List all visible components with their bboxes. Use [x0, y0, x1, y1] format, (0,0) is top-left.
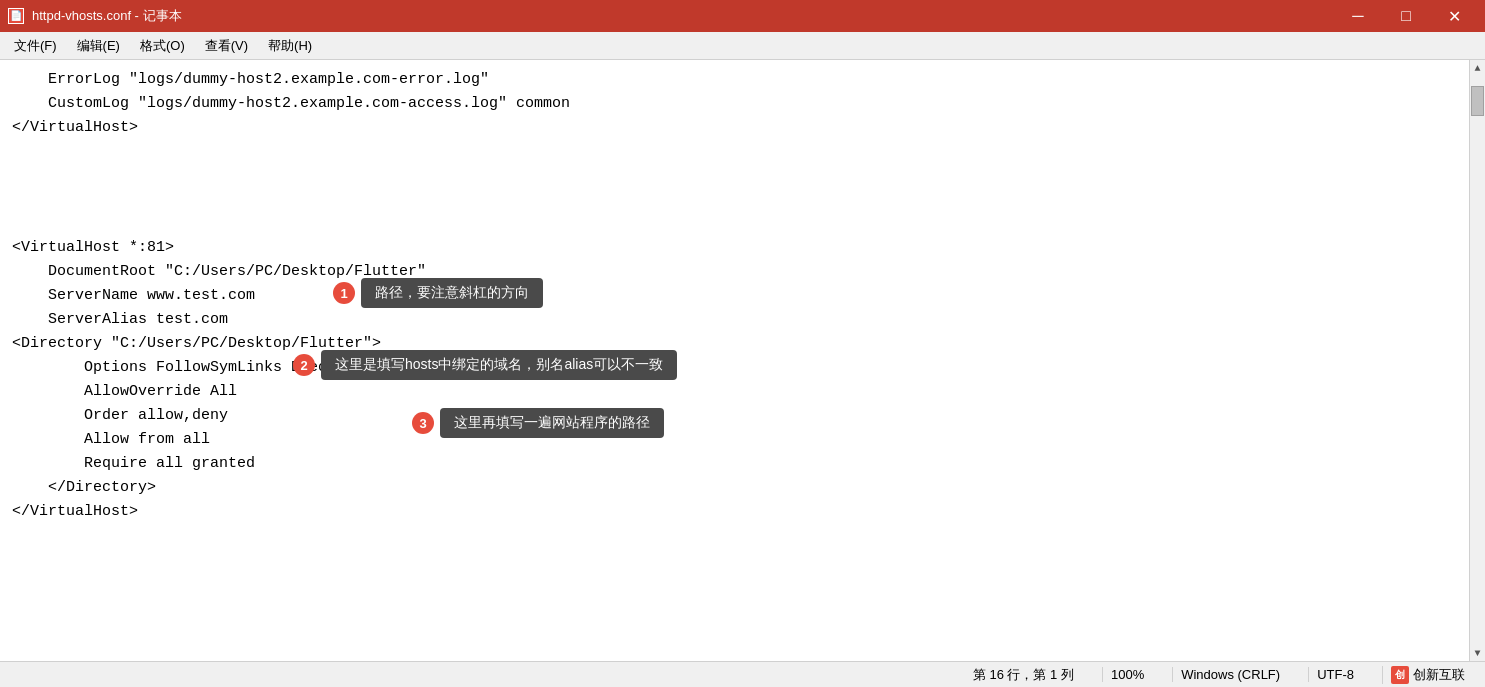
status-encoding: UTF-8 [1308, 667, 1362, 682]
menu-edit[interactable]: 编辑(E) [67, 33, 130, 59]
tooltip-text-3: 这里再填写一遍网站程序的路径 [454, 414, 650, 432]
scroll-up-arrow[interactable]: ▲ [1470, 60, 1486, 76]
scroll-thumb[interactable] [1471, 86, 1484, 116]
scroll-track[interactable] [1470, 76, 1485, 645]
maximize-button[interactable]: □ [1383, 0, 1429, 32]
editor-content[interactable]: ErrorLog "logs/dummy-host2.example.com-e… [0, 60, 1469, 661]
tooltip-number-1: 1 [333, 282, 355, 304]
status-logo: 创 创新互联 [1382, 666, 1473, 684]
tooltip-1: 1 路径，要注意斜杠的方向 [333, 278, 543, 308]
minimize-button[interactable]: ─ [1335, 0, 1381, 32]
status-position: 第 16 行，第 1 列 [965, 666, 1082, 684]
status-line-ending: Windows (CRLF) [1172, 667, 1288, 682]
title-bar-controls: ─ □ ✕ [1335, 0, 1477, 32]
tooltip-text-2: 这里是填写hosts中绑定的域名，别名alias可以不一致 [335, 356, 663, 374]
title-bar-left: 📄 httpd-vhosts.conf - 记事本 [8, 7, 182, 25]
logo-icon: 创 [1391, 666, 1409, 684]
tooltip-3: 3 这里再填写一遍网站程序的路径 [412, 408, 664, 438]
editor-text: ErrorLog "logs/dummy-host2.example.com-e… [12, 68, 1457, 524]
app-icon: 📄 [8, 8, 24, 24]
menu-file[interactable]: 文件(F) [4, 33, 67, 59]
window-title: httpd-vhosts.conf - 记事本 [32, 7, 182, 25]
tooltip-bubble-1: 路径，要注意斜杠的方向 [361, 278, 543, 308]
status-zoom: 100% [1102, 667, 1152, 682]
close-button[interactable]: ✕ [1431, 0, 1477, 32]
status-bar: 第 16 行，第 1 列 100% Windows (CRLF) UTF-8 创… [0, 661, 1485, 687]
menu-help[interactable]: 帮助(H) [258, 33, 322, 59]
tooltip-bubble-2: 这里是填写hosts中绑定的域名，别名alias可以不一致 [321, 350, 677, 380]
tooltip-bubble-3: 这里再填写一遍网站程序的路径 [440, 408, 664, 438]
vertical-scrollbar[interactable]: ▲ ▼ [1469, 60, 1485, 661]
editor-container: ErrorLog "logs/dummy-host2.example.com-e… [0, 60, 1485, 661]
scroll-down-arrow[interactable]: ▼ [1470, 645, 1486, 661]
menu-format[interactable]: 格式(O) [130, 33, 195, 59]
logo-text: 创新互联 [1413, 666, 1465, 684]
tooltip-text-1: 路径，要注意斜杠的方向 [375, 284, 529, 302]
tooltip-number-3: 3 [412, 412, 434, 434]
menu-bar: 文件(F) 编辑(E) 格式(O) 查看(V) 帮助(H) [0, 32, 1485, 60]
tooltip-2: 2 这里是填写hosts中绑定的域名，别名alias可以不一致 [293, 350, 677, 380]
menu-view[interactable]: 查看(V) [195, 33, 258, 59]
title-bar: 📄 httpd-vhosts.conf - 记事本 ─ □ ✕ [0, 0, 1485, 32]
tooltip-number-2: 2 [293, 354, 315, 376]
